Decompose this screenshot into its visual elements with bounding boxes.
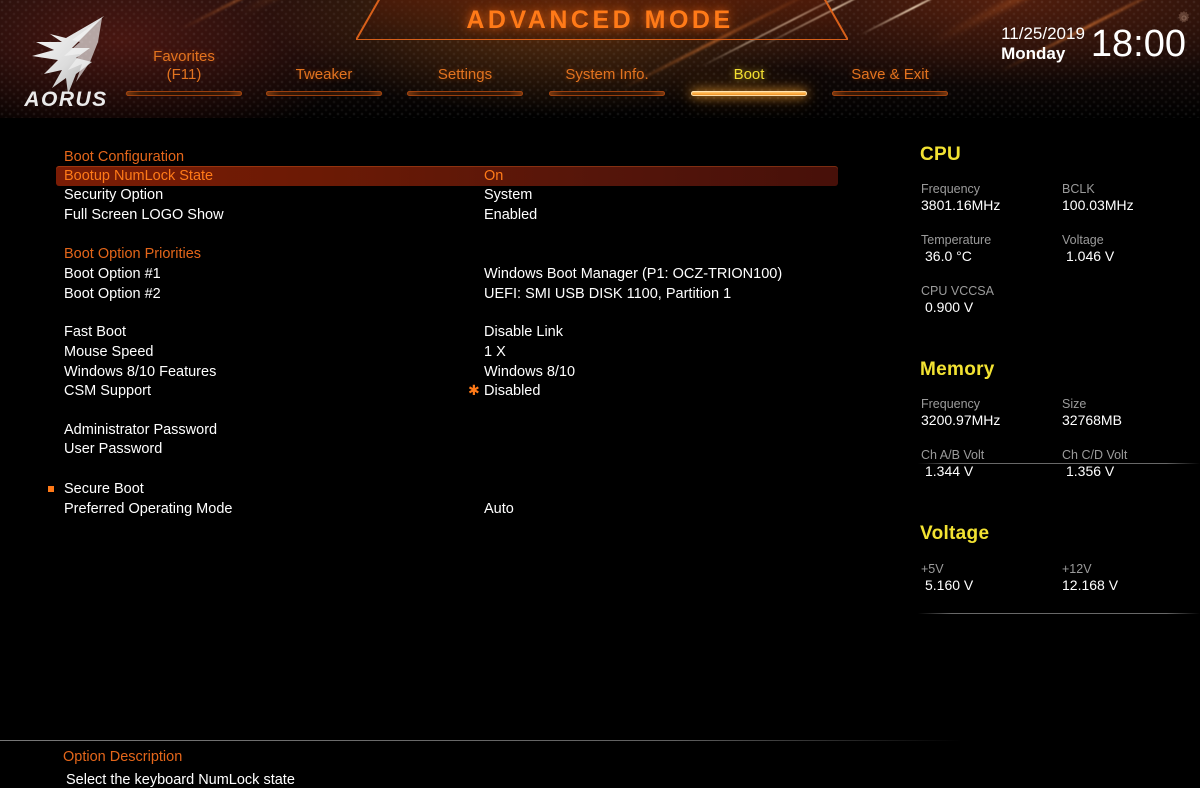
- tab-save-exit-label: Save & Exit: [851, 66, 929, 83]
- tab-save-exit[interactable]: Save & Exit: [824, 48, 956, 104]
- row-boot-option-1[interactable]: Boot Option #1 Windows Boot Manager (P1:…: [0, 265, 900, 284]
- bios-header: AORUS ADVANCED MODE Favorites (F11) Twea…: [0, 0, 1200, 118]
- row-value[interactable]: On: [484, 167, 503, 186]
- row-boot-option-2[interactable]: Boot Option #2 UEFI: SMI USB DISK 1100, …: [0, 285, 900, 304]
- bios-main-content: Boot Configuration Bootup NumLock State …: [0, 118, 1200, 788]
- tab-boot[interactable]: Boot: [683, 48, 815, 104]
- tab-boot-label: Boot: [733, 66, 765, 83]
- row-label: Bootup NumLock State: [64, 168, 214, 184]
- tab-system-info[interactable]: System Info.: [541, 48, 673, 104]
- cpu-voltage-value: 1.046 V: [1066, 248, 1115, 264]
- modified-star-icon: ✱: [468, 382, 480, 398]
- row-value[interactable]: Disabled: [484, 382, 540, 401]
- memory-size-value: 32768MB: [1062, 412, 1122, 428]
- row-label: CSM Support: [64, 383, 152, 399]
- sidebar-separator: [918, 613, 1200, 614]
- tab-tweaker-underline: [266, 91, 382, 96]
- voltage-12v-value: 12.168 V: [1062, 577, 1119, 593]
- section-boot-configuration: Boot Configuration: [0, 148, 900, 167]
- row-label: Security Option: [64, 187, 164, 203]
- sidebar-section-title: Memory: [920, 359, 995, 380]
- row-value[interactable]: System: [484, 186, 532, 205]
- cpu-vccsa-value: 0.900 V: [925, 299, 974, 315]
- cpu-voltage-key: Voltage: [1062, 233, 1104, 247]
- row-full-screen-logo-show[interactable]: Full Screen LOGO Show Enabled: [0, 206, 900, 225]
- hardware-monitor-sidebar: CPU Frequency 3801.16MHz BCLK 100.03MHz …: [900, 118, 1200, 675]
- option-description-title: Option Description: [63, 749, 183, 765]
- row-security-option[interactable]: Security Option System: [0, 186, 900, 205]
- row-csm-support[interactable]: CSM Support ✱ Disabled: [0, 382, 900, 401]
- tab-favorites[interactable]: Favorites (F11): [118, 48, 250, 104]
- footer-separator: [0, 740, 962, 741]
- sidebar-section-title: CPU: [920, 144, 962, 165]
- voltage-12v-key: +12V: [1062, 562, 1092, 576]
- gear-icon[interactable]: [1176, 10, 1192, 26]
- memory-frequency-value: 3200.97MHz: [921, 412, 1001, 428]
- row-administrator-password[interactable]: Administrator Password: [0, 421, 900, 440]
- row-fast-boot[interactable]: Fast Boot Disable Link: [0, 323, 900, 342]
- row-label: Mouse Speed: [64, 344, 154, 360]
- cpu-bclk-key: BCLK: [1062, 182, 1095, 196]
- row-label: Windows 8/10 Features: [64, 364, 217, 380]
- row-user-password[interactable]: User Password: [0, 440, 900, 459]
- time-text: 18:00: [1090, 23, 1186, 65]
- section-boot-option-priorities: Boot Option Priorities: [0, 245, 900, 264]
- row-bootup-numlock-state[interactable]: Bootup NumLock State On: [0, 166, 900, 186]
- cpu-frequency-key: Frequency: [921, 182, 981, 196]
- row-value[interactable]: Windows 8/10: [484, 363, 575, 382]
- option-description-text: Select the keyboard NumLock state: [66, 772, 295, 788]
- row-label: Fast Boot: [64, 324, 127, 340]
- tab-save-exit-underline: [832, 91, 948, 96]
- memory-ch-ab-volt-key: Ch A/B Volt: [921, 448, 985, 462]
- date-text: 11/25/2019: [1001, 24, 1085, 43]
- row-label: Boot Option #1: [64, 266, 161, 282]
- tab-system-info-underline: [549, 91, 665, 96]
- row-label: Boot Option #2: [64, 286, 161, 302]
- section-label: Boot Option Priorities: [64, 246, 202, 262]
- voltage-5v-value: 5.160 V: [925, 577, 974, 593]
- tab-boot-underline: [691, 91, 807, 96]
- row-value[interactable]: Disable Link: [484, 323, 563, 342]
- row-windows-8-10-features[interactable]: Windows 8/10 Features Windows 8/10: [0, 363, 900, 382]
- tab-tweaker[interactable]: Tweaker: [258, 48, 390, 104]
- row-value[interactable]: UEFI: SMI USB DISK 1100, Partition 1: [484, 285, 731, 304]
- cpu-frequency-value: 3801.16MHz: [921, 197, 1001, 213]
- row-value[interactable]: Auto: [484, 500, 514, 519]
- voltage-5v-key: +5V: [921, 562, 944, 576]
- row-label: Secure Boot: [64, 481, 144, 497]
- row-label: User Password: [64, 441, 163, 457]
- memory-ch-cd-volt-key: Ch C/D Volt: [1062, 448, 1128, 462]
- row-mouse-speed[interactable]: Mouse Speed 1 X: [0, 343, 900, 362]
- clock-widget: 11/25/2019 Monday 18:00: [1001, 24, 1186, 64]
- cpu-temperature-value: 36.0 °C: [925, 248, 972, 264]
- section-label: Boot Configuration: [64, 149, 185, 165]
- memory-size-key: Size: [1062, 397, 1087, 411]
- row-value[interactable]: 1 X: [484, 343, 506, 362]
- weekday-text: Monday: [1001, 44, 1066, 63]
- tab-tweaker-label: Tweaker: [295, 66, 353, 83]
- memory-ch-cd-volt-value: 1.356 V: [1066, 463, 1115, 479]
- tab-favorites-label: Favorites: [153, 48, 215, 65]
- row-label: Preferred Operating Mode: [64, 501, 233, 517]
- sidebar-section-title: Voltage: [920, 523, 990, 544]
- row-label: Administrator Password: [64, 422, 218, 438]
- tab-favorites-sub: (F11): [166, 66, 202, 83]
- tab-favorites-underline: [126, 91, 242, 96]
- tab-settings-underline: [407, 91, 523, 96]
- tab-settings-label: Settings: [437, 66, 493, 83]
- cpu-temperature-key: Temperature: [921, 233, 992, 247]
- memory-ch-ab-volt-value: 1.344 V: [925, 463, 974, 479]
- tab-system-info-label: System Info.: [565, 66, 649, 83]
- cpu-bclk-value: 100.03MHz: [1062, 197, 1134, 213]
- row-secure-boot[interactable]: Secure Boot: [0, 480, 900, 499]
- row-label: Full Screen LOGO Show: [64, 207, 224, 223]
- memory-frequency-key: Frequency: [921, 397, 981, 411]
- date-block: 11/25/2019 Monday: [1001, 24, 1085, 64]
- row-preferred-operating-mode[interactable]: Preferred Operating Mode Auto: [0, 500, 900, 519]
- row-value[interactable]: Enabled: [484, 206, 537, 225]
- submenu-bullet-icon: [48, 486, 54, 492]
- cpu-vccsa-key: CPU VCCSA: [921, 284, 994, 298]
- tab-settings[interactable]: Settings: [399, 48, 531, 104]
- row-value[interactable]: Windows Boot Manager (P1: OCZ-TRION100): [484, 265, 782, 284]
